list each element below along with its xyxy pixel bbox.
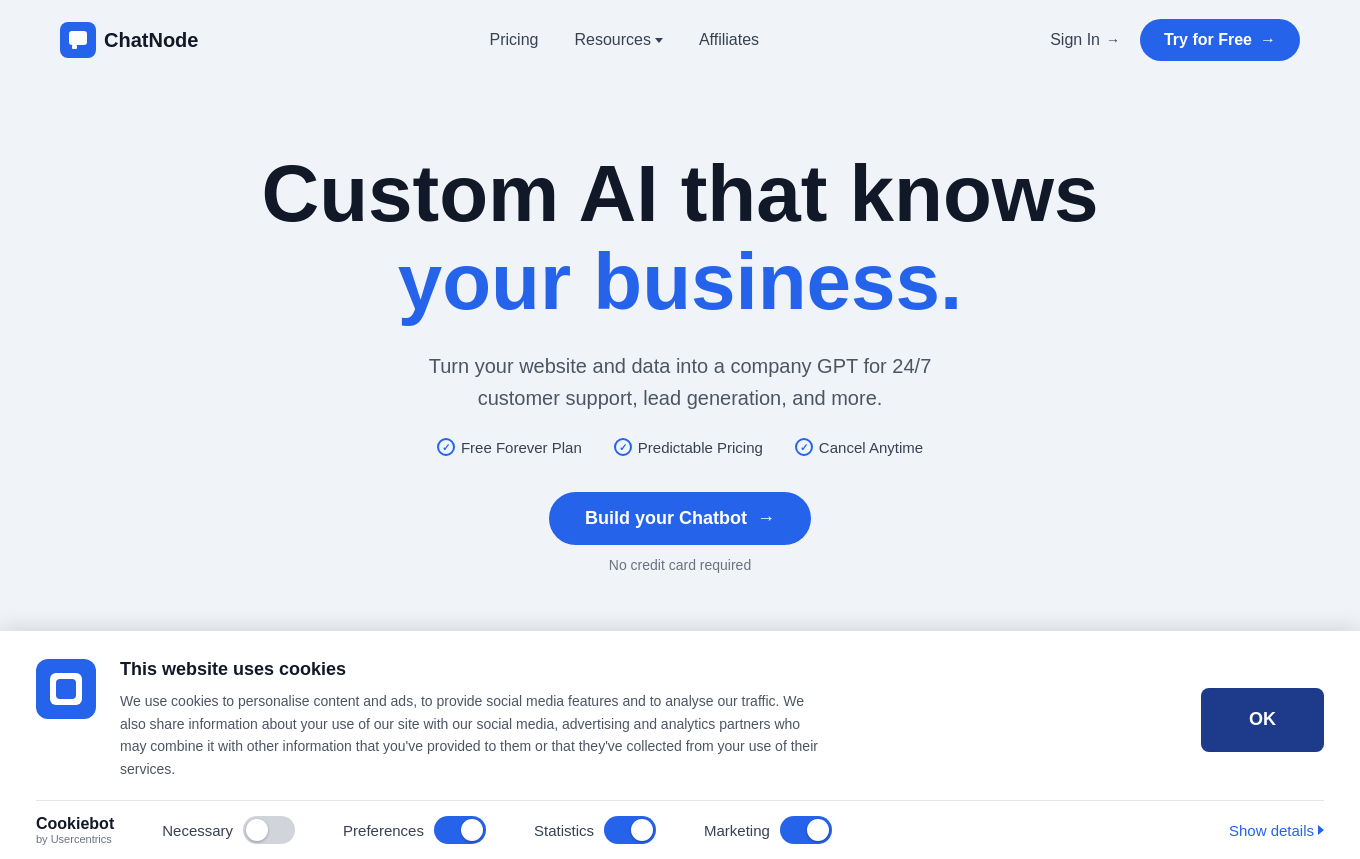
- cookie-ok-button[interactable]: OK: [1201, 688, 1324, 752]
- hero-section: Custom AI that knows your business. Turn…: [0, 80, 1360, 573]
- cookiebot-name: Cookiebot: [36, 815, 114, 833]
- cookie-content: This website uses cookies We use cookies…: [120, 659, 1177, 780]
- sign-in-arrow-icon: →: [1106, 32, 1120, 48]
- hero-subtitle: Turn your website and data into a compan…: [40, 350, 1320, 414]
- no-credit-text: No credit card required: [40, 557, 1320, 573]
- toggle-necessary-label: Necessary: [162, 822, 233, 839]
- toggle-statistics-label: Statistics: [534, 822, 594, 839]
- cookie-logo-inner: [50, 673, 82, 705]
- toggle-statistics-switch[interactable]: [604, 816, 656, 844]
- badge-cancel-anytime: Cancel Anytime: [795, 438, 923, 456]
- toggle-preferences: Preferences: [343, 816, 486, 844]
- build-arrow-icon: →: [757, 508, 775, 529]
- toggle-preferences-label: Preferences: [343, 822, 424, 839]
- cookie-banner: This website uses cookies We use cookies…: [0, 631, 1360, 859]
- svg-rect-0: [69, 31, 87, 45]
- check-circle-icon: [614, 438, 632, 456]
- logo-icon: [60, 22, 96, 58]
- check-circle-icon: [795, 438, 813, 456]
- cookie-main-section: This website uses cookies We use cookies…: [0, 631, 1360, 800]
- show-details-button[interactable]: Show details: [1229, 822, 1324, 839]
- logo[interactable]: ChatNode: [60, 22, 198, 58]
- badge-predictable-pricing: Predictable Pricing: [614, 438, 763, 456]
- build-chatbot-button[interactable]: Build your Chatbot →: [549, 492, 811, 545]
- logo-text: ChatNode: [104, 29, 198, 52]
- nav-resources[interactable]: Resources: [574, 31, 662, 49]
- toggle-preferences-switch[interactable]: [434, 816, 486, 844]
- toggle-preferences-knob: [461, 819, 483, 841]
- nav-pricing[interactable]: Pricing: [490, 31, 539, 49]
- toggle-statistics-knob: [631, 819, 653, 841]
- show-details-chevron-right-icon: [1318, 825, 1324, 835]
- sign-in-button[interactable]: Sign In →: [1050, 31, 1120, 49]
- cookie-logo-icon: [56, 679, 76, 699]
- cookie-controls: Cookiebot by Usercentrics Necessary Pref…: [0, 801, 1360, 859]
- try-free-arrow-icon: →: [1260, 31, 1276, 49]
- toggle-statistics: Statistics: [534, 816, 656, 844]
- cookie-title: This website uses cookies: [120, 659, 1177, 680]
- toggle-marketing-switch[interactable]: [780, 816, 832, 844]
- hero-title-line1: Custom AI that knows: [40, 150, 1320, 238]
- cookie-description: We use cookies to personalise content an…: [120, 690, 820, 780]
- resources-chevron-down-icon: [655, 38, 663, 43]
- navbar: ChatNode Pricing Resources Affiliates Si…: [0, 0, 1360, 80]
- svg-rect-1: [72, 45, 77, 49]
- toggle-marketing-label: Marketing: [704, 822, 770, 839]
- toggle-necessary-knob: [246, 819, 268, 841]
- toggle-necessary-switch[interactable]: [243, 816, 295, 844]
- nav-links: Pricing Resources Affiliates: [490, 31, 760, 49]
- toggle-marketing-knob: [807, 819, 829, 841]
- cookiebot-sub: by Usercentrics: [36, 833, 112, 845]
- badge-free-forever: Free Forever Plan: [437, 438, 582, 456]
- hero-badges: Free Forever Plan Predictable Pricing Ca…: [40, 438, 1320, 456]
- toggle-marketing: Marketing: [704, 816, 832, 844]
- nav-affiliates[interactable]: Affiliates: [699, 31, 759, 49]
- cookiebot-brand: Cookiebot by Usercentrics: [36, 815, 114, 845]
- toggle-necessary: Necessary: [162, 816, 295, 844]
- check-circle-icon: [437, 438, 455, 456]
- hero-title-line2: your business.: [40, 238, 1320, 326]
- cookie-logo: [36, 659, 96, 719]
- try-free-button[interactable]: Try for Free →: [1140, 19, 1300, 61]
- cookie-toggle-group: Necessary Preferences Statistics Marketi…: [162, 816, 1181, 844]
- nav-actions: Sign In → Try for Free →: [1050, 19, 1300, 61]
